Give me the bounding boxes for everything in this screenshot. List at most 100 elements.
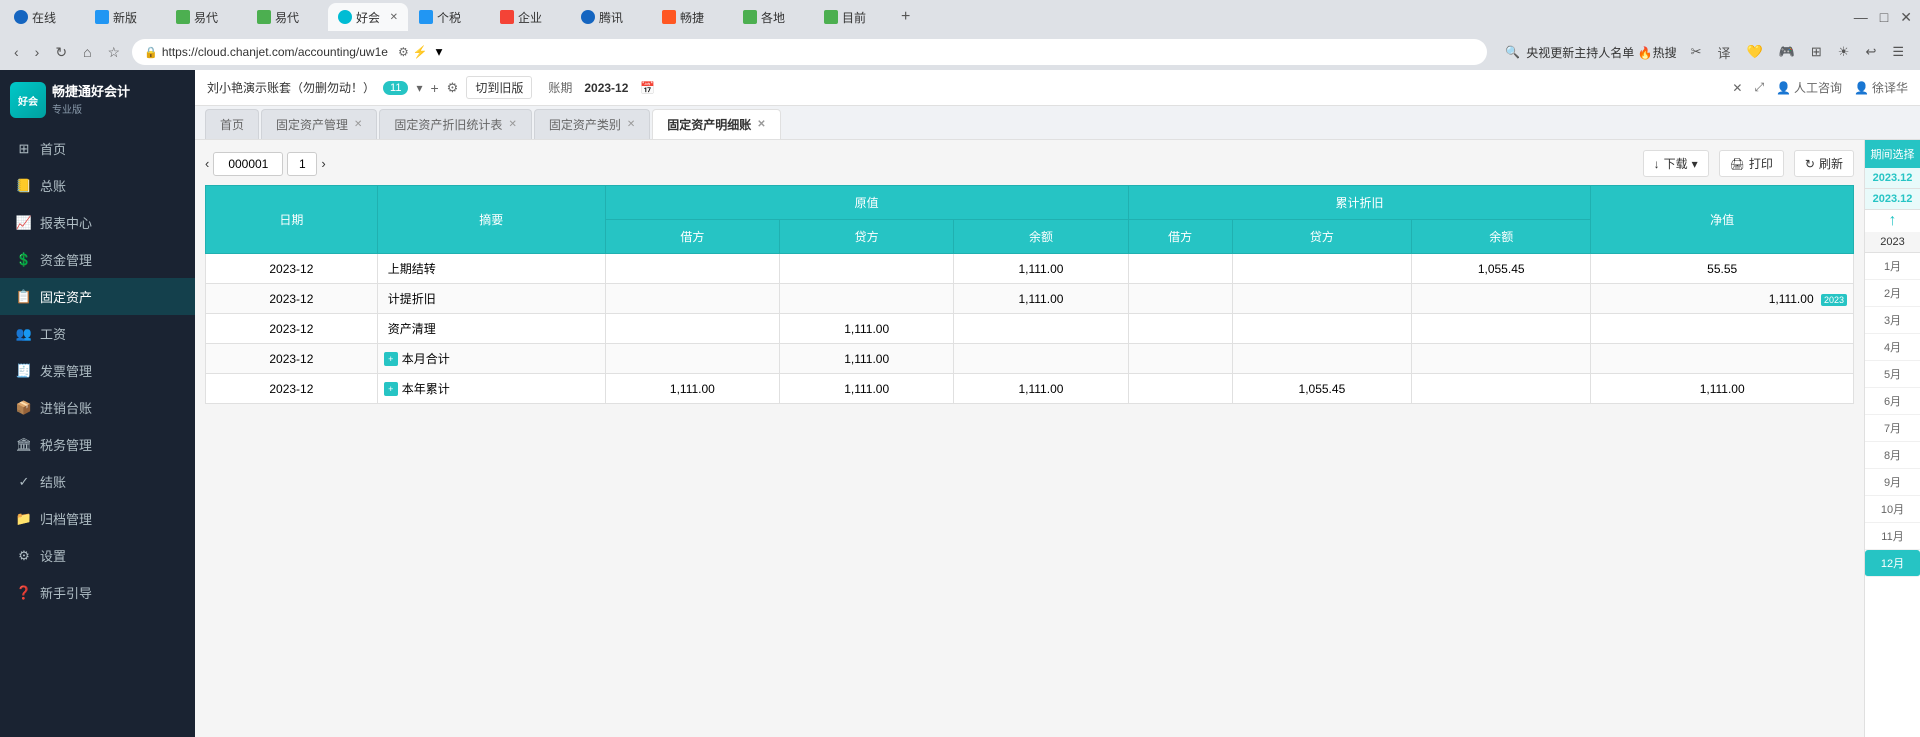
translate-icon[interactable]: 译 <box>1711 41 1736 64</box>
period-month-2[interactable]: 2月 <box>1865 280 1920 307</box>
scissors-icon[interactable]: ✂ <box>1685 42 1708 62</box>
sidebar-item-settings[interactable]: ⚙ 设置 <box>0 537 195 574</box>
back-button[interactable]: ‹ <box>10 42 23 62</box>
browser-tab-enterprise[interactable]: 企业 <box>490 3 570 31</box>
user-button[interactable]: 👤 徐译华 <box>1854 79 1908 96</box>
download-dropdown-icon: ▾ <box>1692 157 1698 171</box>
period-month-1[interactable]: 1月 <box>1865 253 1920 280</box>
undo-icon[interactable]: ↩ <box>1859 42 1882 62</box>
new-tab-button[interactable]: + <box>895 8 916 26</box>
period-month-8[interactable]: 8月 <box>1865 442 1920 469</box>
expand-button[interactable]: ⤢ <box>1754 80 1764 95</box>
period-month-3[interactable]: 3月 <box>1865 307 1920 334</box>
address-bar: ‹ › ↻ ⌂ ☆ 🔒 https://cloud.chanjet.com/ac… <box>0 34 1920 70</box>
tab-asset-category[interactable]: 固定资产类别 ✕ <box>534 109 650 139</box>
sidebar-item-closing[interactable]: ✓ 结账 <box>0 463 195 500</box>
settings-gear-button[interactable]: ⚙ <box>447 80 459 96</box>
next-page-button[interactable]: › <box>321 156 325 171</box>
maximize-button[interactable]: □ <box>1876 7 1892 27</box>
period-month-4[interactable]: 4月 <box>1865 334 1920 361</box>
browser-tab-muqian[interactable]: 目前 <box>814 3 894 31</box>
salary-icon: 👥 <box>16 326 32 342</box>
switch-old-version-button[interactable]: 切到旧版 <box>466 76 532 99</box>
period-selected-1[interactable]: 2023.12 <box>1865 168 1920 189</box>
brightness-icon[interactable]: ☀ <box>1832 42 1856 62</box>
consultant-button[interactable]: 👤 人工咨询 <box>1776 79 1842 96</box>
sidebar-item-salary[interactable]: 👥 工资 <box>0 315 195 352</box>
wallet-icon[interactable]: 💛 <box>1741 42 1769 62</box>
sidebar-item-sales-ledger[interactable]: 📦 进销台账 <box>0 389 195 426</box>
col-summary: 摘要 <box>377 186 605 254</box>
browser-tab-tencent[interactable]: 腾讯 <box>571 3 651 31</box>
tab-asset-ledger[interactable]: 固定资产明细账 ✕ <box>652 109 780 139</box>
refresh-button[interactable]: ↻ 刷新 <box>1794 150 1854 177</box>
browser-tab-haohui[interactable]: 好会 ✕ <box>328 3 408 31</box>
app-container: 好会 畅捷通好会计 专业版 ⊞ 首页 📒 总账 📈 报表中心 💲 资金管理 <box>0 70 1920 737</box>
add-period-button[interactable]: + <box>430 80 438 96</box>
menu-icon[interactable]: ☰ <box>1886 42 1910 62</box>
print-button[interactable]: 🖨 打印 <box>1719 150 1784 177</box>
prev-page-button[interactable]: ‹ <box>205 156 209 171</box>
sidebar-item-home[interactable]: ⊞ 首页 <box>0 130 195 167</box>
action-btns: ↓ 下载 ▾ 🖨 打印 ↻ 刷新 <box>1643 150 1854 177</box>
period-month-10[interactable]: 10月 <box>1865 496 1920 523</box>
url-dropdown[interactable]: ▾ <box>436 44 443 60</box>
sidebar-item-cash[interactable]: 💲 资金管理 <box>0 241 195 278</box>
dropdown-button[interactable]: ▾ <box>416 81 422 95</box>
download-button[interactable]: ↓ 下载 ▾ <box>1643 150 1709 177</box>
minimize-button[interactable]: — <box>1850 7 1872 27</box>
period-selected-2[interactable]: 2023.12 <box>1865 189 1920 210</box>
sidebar-item-general-ledger[interactable]: 📒 总账 <box>0 167 195 204</box>
sidebar-item-invoice[interactable]: 🧾 发票管理 <box>0 352 195 389</box>
period-month-7[interactable]: 7月 <box>1865 415 1920 442</box>
browser-tab-getax[interactable]: 个税 <box>409 3 489 31</box>
page-number-input[interactable] <box>213 152 283 176</box>
forward-button[interactable]: › <box>31 42 44 62</box>
sidebar-item-fixed-assets[interactable]: 📋 固定资产 <box>0 278 195 315</box>
calendar-icon: 📅 <box>640 81 655 95</box>
reload-button[interactable]: ↻ <box>51 42 71 63</box>
security-icon: 🔒 <box>144 46 158 59</box>
bookmark-button[interactable]: ☆ <box>104 42 125 63</box>
browser-tab-yidai2[interactable]: 易代 <box>247 3 327 31</box>
sidebar-item-guide[interactable]: ❓ 新手引导 <box>0 574 195 611</box>
row2-net-value: 1,111.00 2023 <box>1591 284 1854 314</box>
tab-close-ledger[interactable]: ✕ <box>757 119 765 130</box>
sidebar-item-reports[interactable]: 📈 报表中心 <box>0 204 195 241</box>
period-month-6[interactable]: 6月 <box>1865 388 1920 415</box>
browser-tab-online[interactable]: 在线 <box>4 3 84 31</box>
browser-tab-gedi[interactable]: 各地 <box>733 3 813 31</box>
browser-tab-yidai1[interactable]: 易代 <box>166 3 246 31</box>
table-row: 2023-12 计提折旧 1,111.00 1,111.00 2023 <box>206 284 1854 314</box>
browser-tab-new[interactable]: 新版 <box>85 3 165 31</box>
period-month-9[interactable]: 9月 <box>1865 469 1920 496</box>
period-year: 2023 <box>1865 232 1920 253</box>
grid-icon[interactable]: ⊞ <box>1805 42 1828 62</box>
tab-fixed-asset-mgmt[interactable]: 固定资产管理 ✕ <box>261 109 377 139</box>
tab-close-depreciation[interactable]: ✕ <box>508 119 516 130</box>
period-scroll-up[interactable]: ↑ <box>1865 210 1920 232</box>
tab-close-haohui[interactable]: ✕ <box>390 12 398 23</box>
period-month-11[interactable]: 11月 <box>1865 523 1920 550</box>
sidebar-item-tax[interactable]: 🏛 税务管理 <box>0 426 195 463</box>
period-month-5[interactable]: 5月 <box>1865 361 1920 388</box>
sales-icon: 📦 <box>16 400 32 416</box>
page-count-input[interactable] <box>287 152 317 176</box>
sidebar-item-archive[interactable]: 📁 归档管理 <box>0 500 195 537</box>
game-icon[interactable]: 🎮 <box>1773 42 1801 62</box>
row3-orig-credit: 1,111.00 <box>780 314 954 344</box>
home-button[interactable]: ⌂ <box>79 42 95 62</box>
tab-depreciation-stats[interactable]: 固定资产折旧统计表 ✕ <box>379 109 531 139</box>
tab-home[interactable]: 首页 <box>205 109 259 139</box>
tab-close-category[interactable]: ✕ <box>627 119 635 130</box>
close-panel-button[interactable]: ✕ <box>1732 81 1742 95</box>
browser-tab-changjie[interactable]: 畅捷 <box>652 3 732 31</box>
net-badge: 2023 <box>1821 294 1847 306</box>
close-window-button[interactable]: ✕ <box>1896 7 1916 28</box>
tab-close-asset-mgmt[interactable]: ✕ <box>354 119 362 130</box>
url-box[interactable]: 🔒 https://cloud.chanjet.com/accounting/u… <box>132 39 1487 65</box>
page-body: ‹ › ↓ 下载 ▾ 🖨 打印 <box>195 140 1920 737</box>
period-month-12[interactable]: 12月 <box>1865 550 1920 577</box>
col-accum-balance: 余额 <box>1412 220 1591 254</box>
yearly-total-icon: + <box>384 382 398 396</box>
